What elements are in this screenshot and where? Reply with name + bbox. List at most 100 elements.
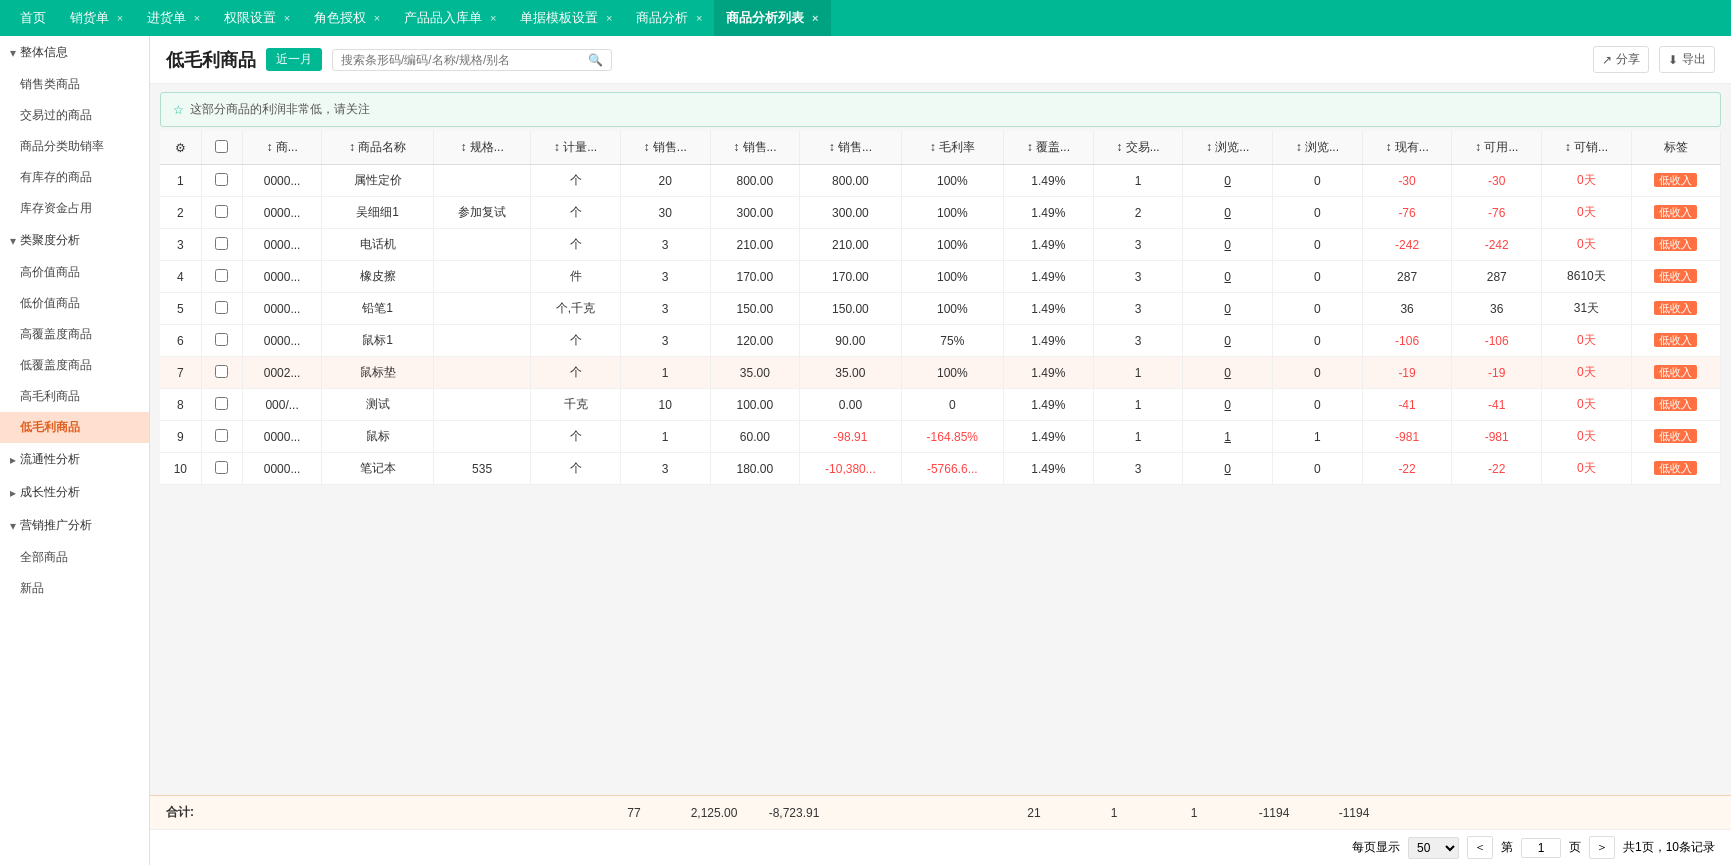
- views1-link[interactable]: 1: [1224, 430, 1231, 444]
- nav-purchase-close[interactable]: ×: [194, 12, 200, 24]
- sidebar-item-new-goods[interactable]: 新品: [0, 573, 149, 604]
- sidebar-item-in-stock[interactable]: 有库存的商品: [0, 162, 149, 193]
- search-input[interactable]: [341, 53, 588, 67]
- sidebar-item-high-profit[interactable]: 高毛利商品: [0, 381, 149, 412]
- period-button[interactable]: 近一月: [266, 48, 322, 71]
- table-wrapper[interactable]: ⚙ ↕ 商... ↕ 商品名称 ↕ 规格... ↕ 计量... ↕ 销售... …: [150, 131, 1731, 795]
- col-code[interactable]: ↕ 商...: [243, 131, 322, 165]
- row-check[interactable]: [215, 205, 228, 218]
- prev-page-button[interactable]: ＜: [1467, 836, 1493, 859]
- page-size-select[interactable]: 50 100 200: [1408, 837, 1459, 859]
- nav-role-close[interactable]: ×: [374, 12, 380, 24]
- row-views1[interactable]: 0: [1183, 261, 1273, 293]
- row-check[interactable]: [215, 461, 228, 474]
- nav-goods-analysis[interactable]: 商品分析 ×: [624, 0, 714, 36]
- nav-template[interactable]: 单据模板设置 ×: [508, 0, 624, 36]
- row-views1[interactable]: 0: [1183, 165, 1273, 197]
- row-checkbox[interactable]: [201, 293, 242, 325]
- row-views1[interactable]: 0: [1183, 293, 1273, 325]
- views1-link[interactable]: 0: [1224, 334, 1231, 348]
- nav-template-close[interactable]: ×: [606, 12, 612, 24]
- col-sellable-days[interactable]: ↕ 可销...: [1542, 131, 1632, 165]
- views1-link[interactable]: 0: [1224, 206, 1231, 220]
- sidebar-group-marketing[interactable]: ▾ 营销推广分析: [0, 509, 149, 542]
- sidebar-item-all-goods[interactable]: 全部商品: [0, 542, 149, 573]
- nav-purchase[interactable]: 进货单 ×: [135, 0, 212, 36]
- col-sales-profit[interactable]: ↕ 销售...: [800, 131, 901, 165]
- row-checkbox[interactable]: [201, 229, 242, 261]
- views1-link[interactable]: 0: [1224, 398, 1231, 412]
- nav-product-in[interactable]: 产品品入库单 ×: [392, 0, 508, 36]
- col-trade-count[interactable]: ↕ 交易...: [1093, 131, 1183, 165]
- sidebar-group-cluster[interactable]: ▾ 类聚度分析: [0, 224, 149, 257]
- share-button[interactable]: ↗ 分享: [1593, 46, 1649, 73]
- col-coverage[interactable]: ↕ 覆盖...: [1004, 131, 1094, 165]
- row-check[interactable]: [215, 333, 228, 346]
- row-checkbox[interactable]: [201, 325, 242, 357]
- page-number-input[interactable]: [1521, 838, 1561, 858]
- views1-link[interactable]: 0: [1224, 174, 1231, 188]
- sidebar-item-low-profit[interactable]: 低毛利商品: [0, 412, 149, 443]
- sidebar-group-flow[interactable]: ▸ 流通性分析: [0, 443, 149, 476]
- row-checkbox[interactable]: [201, 357, 242, 389]
- col-views1[interactable]: ↕ 浏览...: [1183, 131, 1273, 165]
- views1-link[interactable]: 0: [1224, 238, 1231, 252]
- sidebar-item-category-rate[interactable]: 商品分类助销率: [0, 131, 149, 162]
- col-gross-rate[interactable]: ↕ 毛利率: [901, 131, 1003, 165]
- sidebar-item-low-coverage[interactable]: 低覆盖度商品: [0, 350, 149, 381]
- row-check[interactable]: [215, 301, 228, 314]
- row-views1[interactable]: 0: [1183, 357, 1273, 389]
- col-tag[interactable]: 标签: [1631, 131, 1720, 165]
- col-checkbox[interactable]: [201, 131, 242, 165]
- row-checkbox[interactable]: [201, 197, 242, 229]
- select-all-checkbox[interactable]: [215, 140, 228, 153]
- row-checkbox[interactable]: [201, 261, 242, 293]
- row-views1[interactable]: 0: [1183, 229, 1273, 261]
- row-views1[interactable]: 0: [1183, 197, 1273, 229]
- sidebar-group-overall[interactable]: ▾ 整体信息: [0, 36, 149, 69]
- nav-permission-close[interactable]: ×: [284, 12, 290, 24]
- row-checkbox[interactable]: [201, 389, 242, 421]
- row-check[interactable]: [215, 269, 228, 282]
- row-check[interactable]: [215, 173, 228, 186]
- views1-link[interactable]: 0: [1224, 462, 1231, 476]
- col-sales-amount[interactable]: ↕ 销售...: [710, 131, 800, 165]
- col-name[interactable]: ↕ 商品名称: [322, 131, 434, 165]
- col-views2[interactable]: ↕ 浏览...: [1273, 131, 1363, 165]
- nav-sales[interactable]: 销货单 ×: [58, 0, 135, 36]
- views1-link[interactable]: 0: [1224, 302, 1231, 316]
- row-views1[interactable]: 0: [1183, 389, 1273, 421]
- nav-goods-analysis-list[interactable]: 商品分析列表 ×: [714, 0, 830, 36]
- nav-sales-close[interactable]: ×: [117, 12, 123, 24]
- row-views1[interactable]: 0: [1183, 325, 1273, 357]
- row-check[interactable]: [215, 429, 228, 442]
- nav-role[interactable]: 角色授权 ×: [302, 0, 392, 36]
- col-settings[interactable]: ⚙: [160, 131, 201, 165]
- col-usable-stock[interactable]: ↕ 可用...: [1452, 131, 1542, 165]
- sidebar-item-high-value[interactable]: 高价值商品: [0, 257, 149, 288]
- sidebar-item-sales-goods[interactable]: 销售类商品: [0, 69, 149, 100]
- nav-home[interactable]: 首页: [8, 0, 58, 36]
- sidebar-item-high-coverage[interactable]: 高覆盖度商品: [0, 319, 149, 350]
- row-check[interactable]: [215, 365, 228, 378]
- col-spec[interactable]: ↕ 规格...: [434, 131, 531, 165]
- row-check[interactable]: [215, 237, 228, 250]
- row-views1[interactable]: 0: [1183, 453, 1273, 485]
- next-page-button[interactable]: ＞: [1589, 836, 1615, 859]
- nav-permission[interactable]: 权限设置 ×: [212, 0, 302, 36]
- views1-link[interactable]: 0: [1224, 366, 1231, 380]
- sidebar-item-traded-goods[interactable]: 交易过的商品: [0, 100, 149, 131]
- export-button[interactable]: ⬇ 导出: [1659, 46, 1715, 73]
- row-check[interactable]: [215, 397, 228, 410]
- col-current-stock[interactable]: ↕ 现有...: [1362, 131, 1452, 165]
- sidebar-item-stock-fund[interactable]: 库存资金占用: [0, 193, 149, 224]
- row-views1[interactable]: 1: [1183, 421, 1273, 453]
- row-checkbox[interactable]: [201, 165, 242, 197]
- views1-link[interactable]: 0: [1224, 270, 1231, 284]
- row-checkbox[interactable]: [201, 421, 242, 453]
- col-unit[interactable]: ↕ 计量...: [531, 131, 621, 165]
- nav-goods-analysis-list-close[interactable]: ×: [812, 12, 818, 24]
- row-checkbox[interactable]: [201, 453, 242, 485]
- nav-product-in-close[interactable]: ×: [490, 12, 496, 24]
- sidebar-group-growth[interactable]: ▸ 成长性分析: [0, 476, 149, 509]
